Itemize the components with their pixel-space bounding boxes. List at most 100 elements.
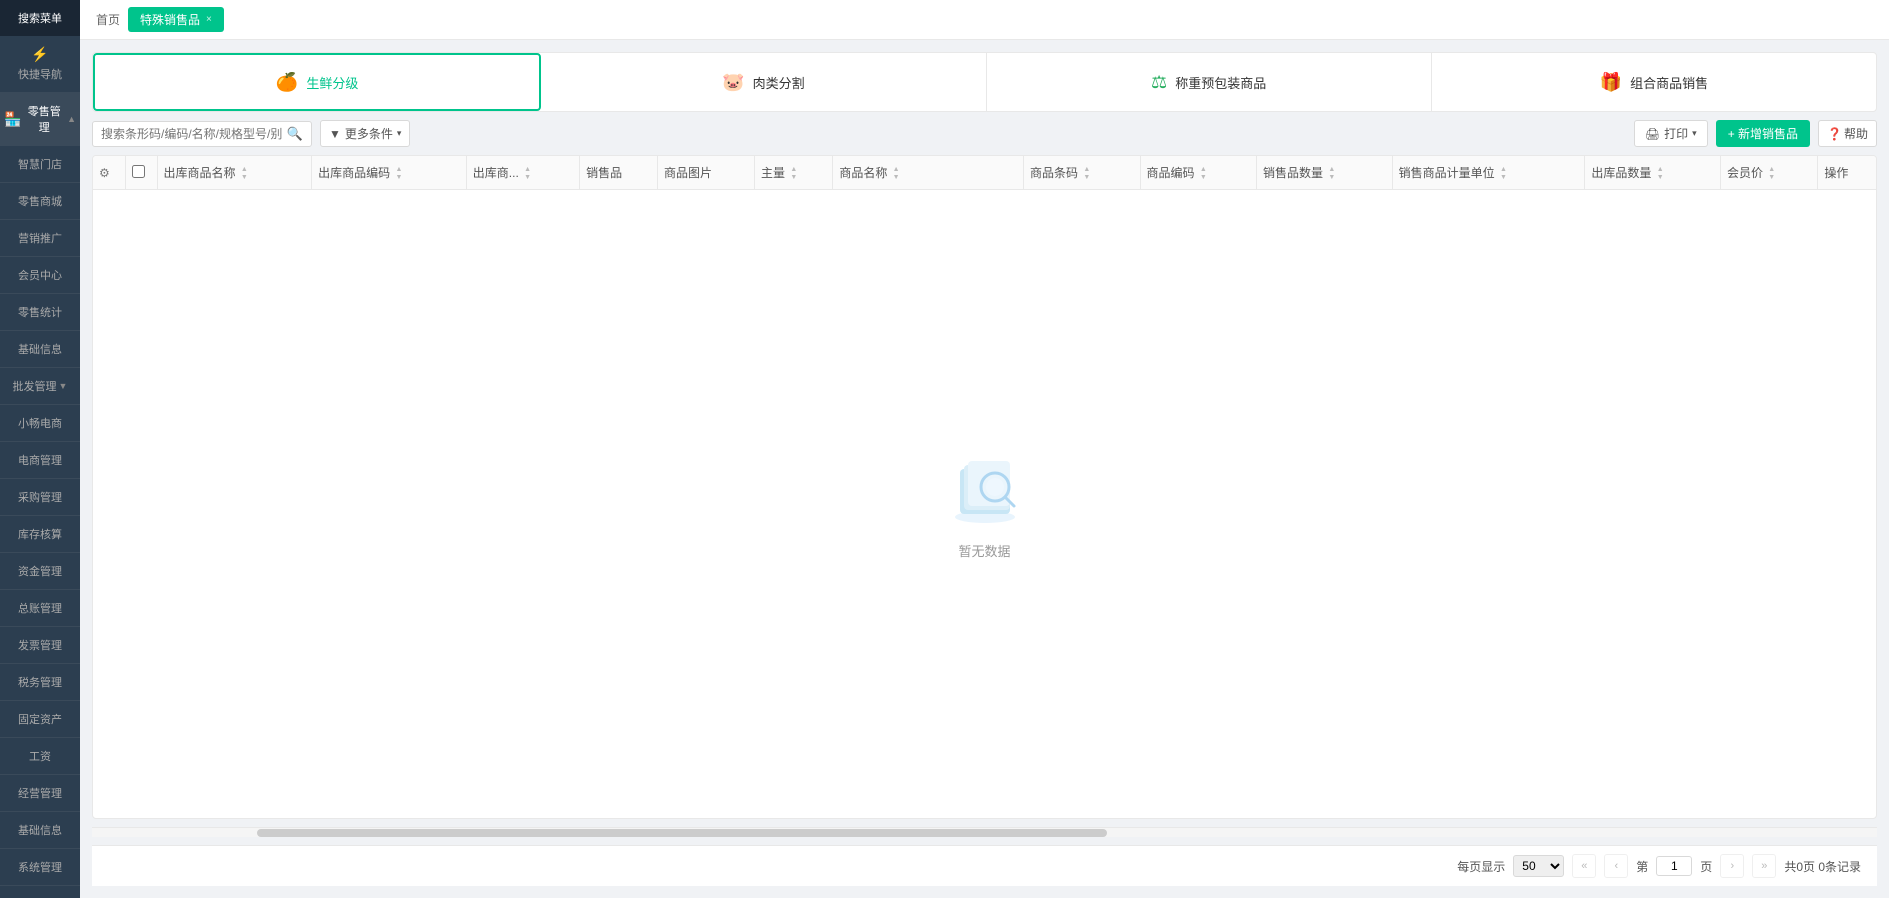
sidebar-item-member-center[interactable]: 会员中心 bbox=[0, 257, 80, 294]
sort-arrows[interactable]: ▲▼ bbox=[1200, 166, 1207, 181]
sidebar-item-salary[interactable]: 工资 bbox=[0, 738, 80, 775]
sort-arrows[interactable]: ▲▼ bbox=[893, 166, 900, 181]
empty-illustration bbox=[940, 449, 1030, 529]
sort-arrows[interactable]: ▲▼ bbox=[1328, 166, 1335, 181]
search-box[interactable]: 🔍 bbox=[92, 121, 312, 147]
add-button[interactable]: + 新增销售品 bbox=[1716, 120, 1810, 147]
filter-button[interactable]: ▼ 更多条件 ▾ bbox=[320, 120, 410, 147]
th-out-goods-x[interactable]: 出库商... ▲▼ bbox=[466, 156, 579, 190]
help-button[interactable]: ❓ 帮助 bbox=[1818, 120, 1877, 147]
sidebar-item-retail-mall[interactable]: 零售商城 bbox=[0, 183, 80, 220]
home-link[interactable]: 首页 bbox=[96, 11, 120, 28]
th-goods-barcode[interactable]: 商品条码 ▲▼ bbox=[1024, 156, 1141, 190]
sort-arrows[interactable]: ▲▼ bbox=[1500, 166, 1507, 181]
sidebar-item-fixed-assets[interactable]: 固定资产 bbox=[0, 701, 80, 738]
scrollbar-thumb[interactable] bbox=[257, 829, 1107, 837]
sort-arrows[interactable]: ▲▼ bbox=[790, 166, 797, 181]
th-goods-name[interactable]: 商品名称 ▲▼ bbox=[833, 156, 1024, 190]
search-icon[interactable]: 🔍 bbox=[287, 126, 303, 142]
sidebar-item-basic-info2[interactable]: 基础信息 bbox=[0, 812, 80, 849]
chevron-down-icon: ▾ bbox=[1692, 128, 1697, 139]
per-page-select[interactable]: 10 20 50 100 bbox=[1513, 855, 1564, 877]
tab-close-icon[interactable]: × bbox=[206, 14, 212, 25]
sidebar-item-mini-ecom[interactable]: 小畅电商 bbox=[0, 405, 80, 442]
th-out-goods-code[interactable]: 出库商品编码 ▲▼ bbox=[312, 156, 467, 190]
next-page-button[interactable]: › bbox=[1720, 854, 1744, 878]
settings-icon[interactable]: ⚙ bbox=[99, 166, 110, 180]
prev-page-button[interactable]: ‹ bbox=[1604, 854, 1628, 878]
col-label: 出库商品名称 bbox=[164, 166, 236, 180]
table-container: ⚙ 出库商品名称 ▲▼ 出库商品编码 ▲▼ bbox=[92, 155, 1877, 819]
select-all-checkbox[interactable] bbox=[132, 165, 145, 178]
horizontal-scrollbar[interactable] bbox=[92, 827, 1877, 837]
col-label: 销售品 bbox=[586, 166, 622, 180]
chevron-down-icon: ▾ bbox=[397, 128, 402, 139]
sidebar-item-label: 系统管理 bbox=[18, 859, 62, 875]
th-out-goods-name[interactable]: 出库商品名称 ▲▼ bbox=[157, 156, 312, 190]
first-page-button[interactable]: « bbox=[1572, 854, 1596, 878]
sidebar-item-ledger-mgmt[interactable]: 总账管理 bbox=[0, 590, 80, 627]
th-member-price[interactable]: 会员价 ▲▼ bbox=[1720, 156, 1817, 190]
search-input[interactable] bbox=[101, 127, 283, 141]
scale-pack-icon: ⚖ bbox=[1151, 72, 1167, 93]
col-label: 销售商品计量单位 bbox=[1399, 166, 1495, 180]
sidebar-item-purchase-mgmt[interactable]: 采购管理 bbox=[0, 479, 80, 516]
help-label: 帮助 bbox=[1844, 125, 1868, 142]
sort-arrows[interactable]: ▲▼ bbox=[524, 166, 531, 181]
sort-arrows[interactable]: ▲▼ bbox=[1657, 166, 1664, 181]
sidebar-item-ops-mgmt[interactable]: 经营管理 bbox=[0, 775, 80, 812]
topbar: 首页 特殊销售品 × bbox=[80, 0, 1889, 40]
sort-arrows[interactable]: ▲▼ bbox=[1083, 166, 1090, 181]
sidebar-item-label: 固定资产 bbox=[18, 711, 62, 727]
th-sale-goods: 销售品 bbox=[580, 156, 658, 190]
sidebar-item-label: 基础信息 bbox=[18, 822, 62, 838]
th-goods-img: 商品图片 bbox=[658, 156, 755, 190]
sidebar-item-label: 小畅电商 bbox=[18, 415, 62, 431]
sidebar-item-basic-info[interactable]: 基础信息 bbox=[0, 331, 80, 368]
sidebar-logo[interactable]: 搜索菜单 bbox=[0, 0, 80, 36]
th-checkbox[interactable] bbox=[125, 156, 157, 190]
cat-tab-combo-sale[interactable]: 🎁 组合商品销售 bbox=[1432, 53, 1876, 111]
cat-tab-fresh-grade[interactable]: 🍊 生鲜分级 bbox=[93, 53, 541, 111]
sidebar-item-retail-mgmt[interactable]: 🏪 零售管理 ▲ bbox=[0, 93, 80, 146]
th-sale-qty[interactable]: 销售品数量 ▲▼ bbox=[1257, 156, 1393, 190]
sort-arrows[interactable]: ▲▼ bbox=[396, 166, 403, 181]
sidebar-item-ecom-mgmt[interactable]: 电商管理 bbox=[0, 442, 80, 479]
th-sale-unit[interactable]: 销售商品计量单位 ▲▼ bbox=[1392, 156, 1585, 190]
print-button[interactable]: 🖨 打印 ▾ bbox=[1634, 120, 1708, 147]
toolbar-right: 🖨 打印 ▾ + 新增销售品 ❓ 帮助 bbox=[1634, 120, 1877, 147]
sidebar-item-sales-promo[interactable]: 营销推广 bbox=[0, 220, 80, 257]
sidebar-item-corp-protocol[interactable]: 企业协同 bbox=[0, 886, 80, 898]
sidebar-item-label: 批发管理 bbox=[13, 378, 57, 394]
sidebar-item-label: 电商管理 bbox=[18, 452, 62, 468]
th-goods-code[interactable]: 商品编码 ▲▼ bbox=[1140, 156, 1257, 190]
sidebar-item-label: 基础信息 bbox=[18, 341, 62, 357]
sort-arrows[interactable]: ▲▼ bbox=[241, 166, 248, 181]
page-label: 第 bbox=[1636, 858, 1648, 875]
sidebar-item-wholesale-mgmt[interactable]: 批发管理 ▼ bbox=[0, 368, 80, 405]
last-page-button[interactable]: » bbox=[1752, 854, 1776, 878]
sidebar-item-invoice-mgmt[interactable]: 发票管理 bbox=[0, 627, 80, 664]
sidebar-item-inventory[interactable]: 库存核算 bbox=[0, 516, 80, 553]
cat-tab-label: 肉类分割 bbox=[753, 73, 805, 92]
cat-tab-meat-cut[interactable]: 🐷 肉类分割 bbox=[541, 53, 986, 111]
page-input[interactable] bbox=[1656, 856, 1692, 876]
special-sales-tab[interactable]: 特殊销售品 × bbox=[128, 7, 224, 32]
sidebar-item-retail-stats[interactable]: 零售统计 bbox=[0, 294, 80, 331]
sidebar-item-smart-store[interactable]: 智慧门店 bbox=[0, 146, 80, 183]
sidebar-item-quick-nav[interactable]: ⚡ 快捷导航 bbox=[0, 36, 80, 93]
sidebar-item-label: 采购管理 bbox=[18, 489, 62, 505]
sidebar-item-tax-mgmt[interactable]: 税务管理 bbox=[0, 664, 80, 701]
th-main-qty[interactable]: 主量 ▲▼ bbox=[754, 156, 832, 190]
sort-arrows[interactable]: ▲▼ bbox=[1768, 166, 1775, 181]
combo-sale-icon: 🎁 bbox=[1600, 72, 1622, 93]
sidebar-item-finance-mgmt[interactable]: 资金管理 bbox=[0, 553, 80, 590]
sidebar-item-sys-mgmt[interactable]: 系统管理 bbox=[0, 849, 80, 886]
th-settings[interactable]: ⚙ bbox=[93, 156, 125, 190]
main-area: 首页 特殊销售品 × 🍊 生鲜分级 🐷 肉类分割 ⚖ 称重预包装商品 🎁 组合商… bbox=[80, 0, 1889, 898]
col-label: 商品图片 bbox=[664, 166, 712, 180]
cat-tab-scale-pack[interactable]: ⚖ 称重预包装商品 bbox=[987, 53, 1432, 111]
sidebar-item-label: 零售商城 bbox=[18, 193, 62, 209]
th-out-qty[interactable]: 出库品数量 ▲▼ bbox=[1585, 156, 1721, 190]
sidebar-item-label: 税务管理 bbox=[18, 674, 62, 690]
